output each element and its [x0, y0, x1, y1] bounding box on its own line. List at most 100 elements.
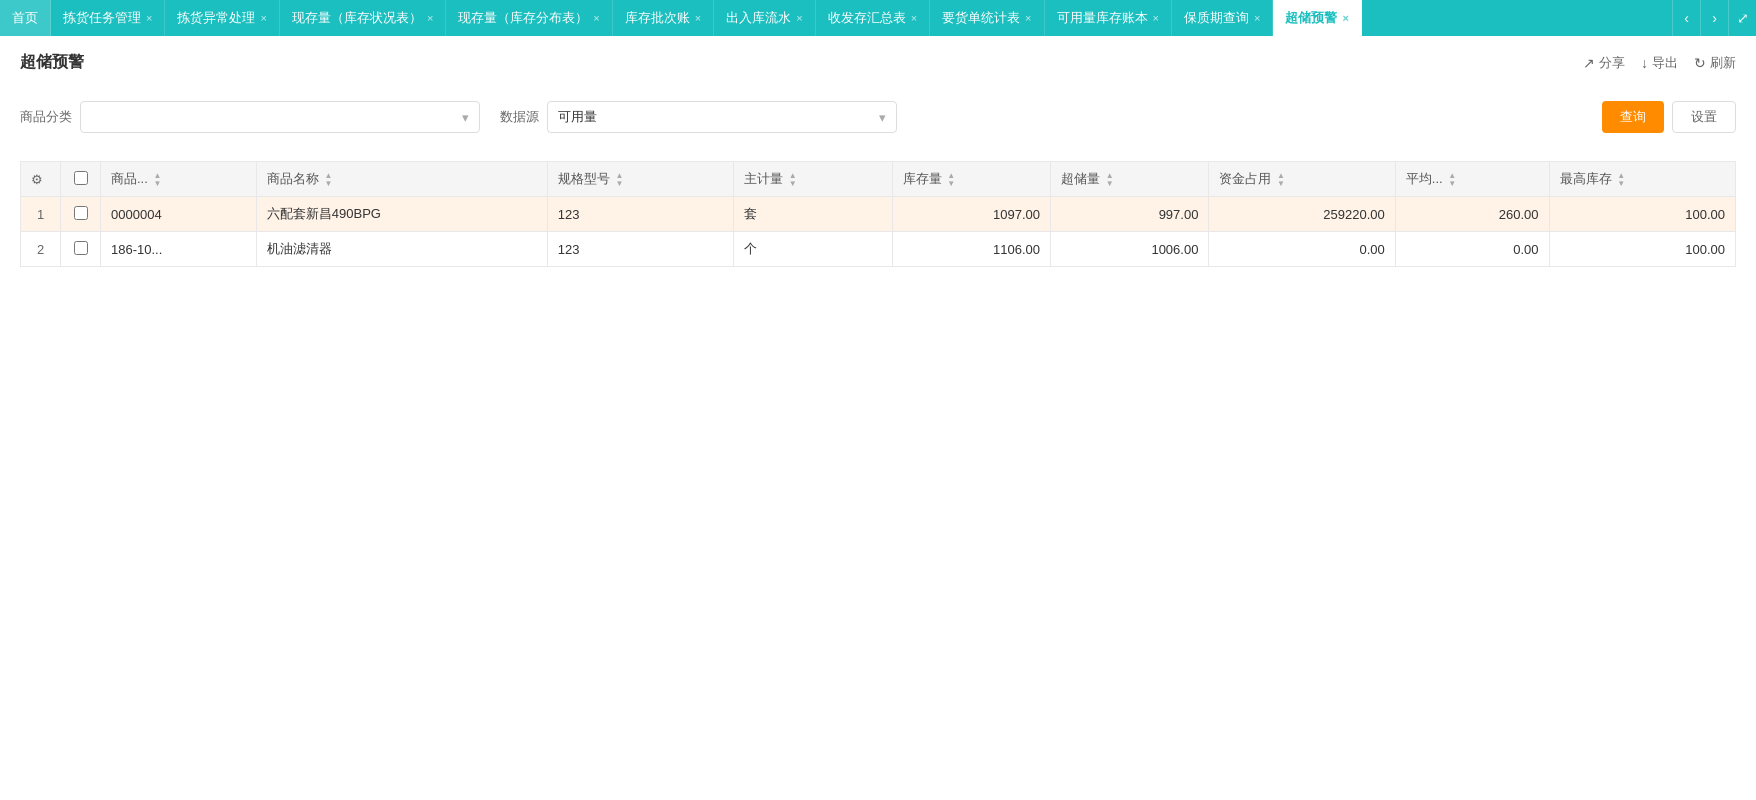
filter-area: 商品分类 ▾ 数据源 可用量 ▾ 查询 设置	[20, 89, 1736, 145]
nav-item-summary[interactable]: 收发存汇总表 ×	[816, 0, 930, 36]
nav-expand-button[interactable]: ⤢	[1728, 0, 1756, 36]
col-header-avg: 平均... ▲ ▼	[1395, 162, 1549, 197]
sort-down-icon: ▼	[1448, 180, 1456, 188]
row-product-name: 六配套新昌490BPG	[256, 197, 547, 232]
settings-gear-icon[interactable]: ⚙	[31, 172, 43, 187]
row-checkbox-cell[interactable]	[61, 232, 101, 267]
chevron-down-icon: ▾	[462, 110, 469, 125]
datasource-filter: 数据源 可用量 ▾	[500, 101, 897, 133]
page-header: 超储预警 ↗ 分享 ↓ 导出 ↻ 刷新	[20, 52, 1736, 73]
row-checkbox-cell[interactable]	[61, 197, 101, 232]
close-icon[interactable]: ×	[695, 12, 701, 24]
settings-col-header: ⚙	[21, 162, 61, 197]
share-icon: ↗	[1583, 55, 1595, 71]
main-content: 超储预警 ↗ 分享 ↓ 导出 ↻ 刷新 商品分类 ▾ 数据源	[0, 36, 1756, 800]
query-button[interactable]: 查询	[1602, 101, 1664, 133]
row-avg: 0.00	[1395, 232, 1549, 267]
row-checkbox[interactable]	[74, 241, 88, 255]
row-spec: 123	[547, 232, 733, 267]
nav-item-expiry[interactable]: 保质期查询 ×	[1172, 0, 1273, 36]
close-icon[interactable]: ×	[260, 12, 266, 24]
col-header-max-stock: 最高库存 ▲ ▼	[1549, 162, 1735, 197]
close-icon[interactable]: ×	[593, 12, 599, 24]
datasource-select[interactable]: 可用量 ▾	[547, 101, 897, 133]
datasource-label: 数据源	[500, 108, 539, 126]
nav-arrows: ‹ › ⤢	[1672, 0, 1756, 36]
col-header-spec: 规格型号 ▲ ▼	[547, 162, 733, 197]
sort-down-icon: ▼	[153, 180, 161, 188]
row-product-name: 机油滤清器	[256, 232, 547, 267]
table-row: 2 186-10... 机油滤清器 123 个 1106.00 1006.00 …	[21, 232, 1736, 267]
nav-prev-button[interactable]: ‹	[1672, 0, 1700, 36]
refresh-icon: ↻	[1694, 55, 1706, 71]
export-button[interactable]: ↓ 导出	[1641, 54, 1678, 72]
nav-item-batch[interactable]: 库存批次账 ×	[613, 0, 714, 36]
export-icon: ↓	[1641, 55, 1648, 71]
nav-item-exception[interactable]: 拣货异常处理 ×	[165, 0, 279, 36]
close-icon[interactable]: ×	[1153, 12, 1159, 24]
category-label: 商品分类	[20, 108, 72, 126]
sort-down-icon: ▼	[1277, 180, 1285, 188]
row-checkbox[interactable]	[74, 206, 88, 220]
table-header-row: ⚙ 商品... ▲ ▼ 商品名称 ▲ ▼	[21, 162, 1736, 197]
nav-item-stock-dist[interactable]: 现存量（库存分布表） ×	[446, 0, 612, 36]
top-navigation: 首页 拣货任务管理 × 拣货异常处理 × 现存量（库存状况表） × 现存量（库存…	[0, 0, 1756, 36]
header-actions: ↗ 分享 ↓ 导出 ↻ 刷新	[1583, 54, 1736, 72]
refresh-button[interactable]: ↻ 刷新	[1694, 54, 1736, 72]
nav-item-avail-stock[interactable]: 可用量库存账本 ×	[1045, 0, 1172, 36]
checkbox-col-header	[61, 162, 101, 197]
sort-down-icon: ▼	[324, 180, 332, 188]
nav-item-home[interactable]: 首页	[0, 0, 51, 36]
sort-down-icon: ▼	[789, 180, 797, 188]
category-select[interactable]: ▾	[80, 101, 480, 133]
row-product-code: 186-10...	[101, 232, 257, 267]
row-capital: 259220.00	[1209, 197, 1395, 232]
close-icon[interactable]: ×	[1342, 12, 1348, 24]
page-title: 超储预警	[20, 52, 84, 73]
row-over-stock: 997.00	[1051, 197, 1209, 232]
sort-down-icon: ▼	[1106, 180, 1114, 188]
col-header-product-name: 商品名称 ▲ ▼	[256, 162, 547, 197]
data-table: ⚙ 商品... ▲ ▼ 商品名称 ▲ ▼	[20, 161, 1736, 267]
filter-actions: 查询 设置	[1602, 101, 1736, 133]
col-header-product-code: 商品... ▲ ▼	[101, 162, 257, 197]
row-product-code: 0000004	[101, 197, 257, 232]
close-icon[interactable]: ×	[427, 12, 433, 24]
nav-next-button[interactable]: ›	[1700, 0, 1728, 36]
row-settings-cell: 2	[21, 232, 61, 267]
nav-item-task-mgmt[interactable]: 拣货任务管理 ×	[51, 0, 165, 36]
close-icon[interactable]: ×	[1025, 12, 1031, 24]
row-avg: 260.00	[1395, 197, 1549, 232]
nav-item-req-stat[interactable]: 要货单统计表 ×	[930, 0, 1044, 36]
row-capital: 0.00	[1209, 232, 1395, 267]
nav-item-flow[interactable]: 出入库流水 ×	[714, 0, 815, 36]
row-spec: 123	[547, 197, 733, 232]
row-max-stock: 100.00	[1549, 232, 1735, 267]
nav-item-overstock[interactable]: 超储预警 ×	[1273, 0, 1361, 36]
select-all-checkbox[interactable]	[74, 171, 88, 185]
close-icon[interactable]: ×	[911, 12, 917, 24]
row-settings-cell: 1	[21, 197, 61, 232]
row-unit: 套	[734, 197, 892, 232]
col-header-over-stock: 超储量 ▲ ▼	[1051, 162, 1209, 197]
row-over-stock: 1006.00	[1051, 232, 1209, 267]
row-unit: 个	[734, 232, 892, 267]
close-icon[interactable]: ×	[1254, 12, 1260, 24]
close-icon[interactable]: ×	[796, 12, 802, 24]
col-header-stock: 库存量 ▲ ▼	[892, 162, 1050, 197]
row-stock: 1097.00	[892, 197, 1050, 232]
settings-button[interactable]: 设置	[1672, 101, 1736, 133]
row-max-stock: 100.00	[1549, 197, 1735, 232]
nav-item-stock-status[interactable]: 现存量（库存状况表） ×	[280, 0, 446, 36]
share-button[interactable]: ↗ 分享	[1583, 54, 1625, 72]
category-filter: 商品分类 ▾	[20, 101, 480, 133]
table-row: 1 0000004 六配套新昌490BPG 123 套 1097.00 997.…	[21, 197, 1736, 232]
chevron-down-icon: ▾	[879, 110, 886, 125]
sort-down-icon: ▼	[615, 180, 623, 188]
close-icon[interactable]: ×	[146, 12, 152, 24]
row-stock: 1106.00	[892, 232, 1050, 267]
col-header-unit: 主计量 ▲ ▼	[734, 162, 892, 197]
col-header-capital: 资金占用 ▲ ▼	[1209, 162, 1395, 197]
datasource-value: 可用量	[558, 108, 597, 126]
sort-down-icon: ▼	[1617, 180, 1625, 188]
